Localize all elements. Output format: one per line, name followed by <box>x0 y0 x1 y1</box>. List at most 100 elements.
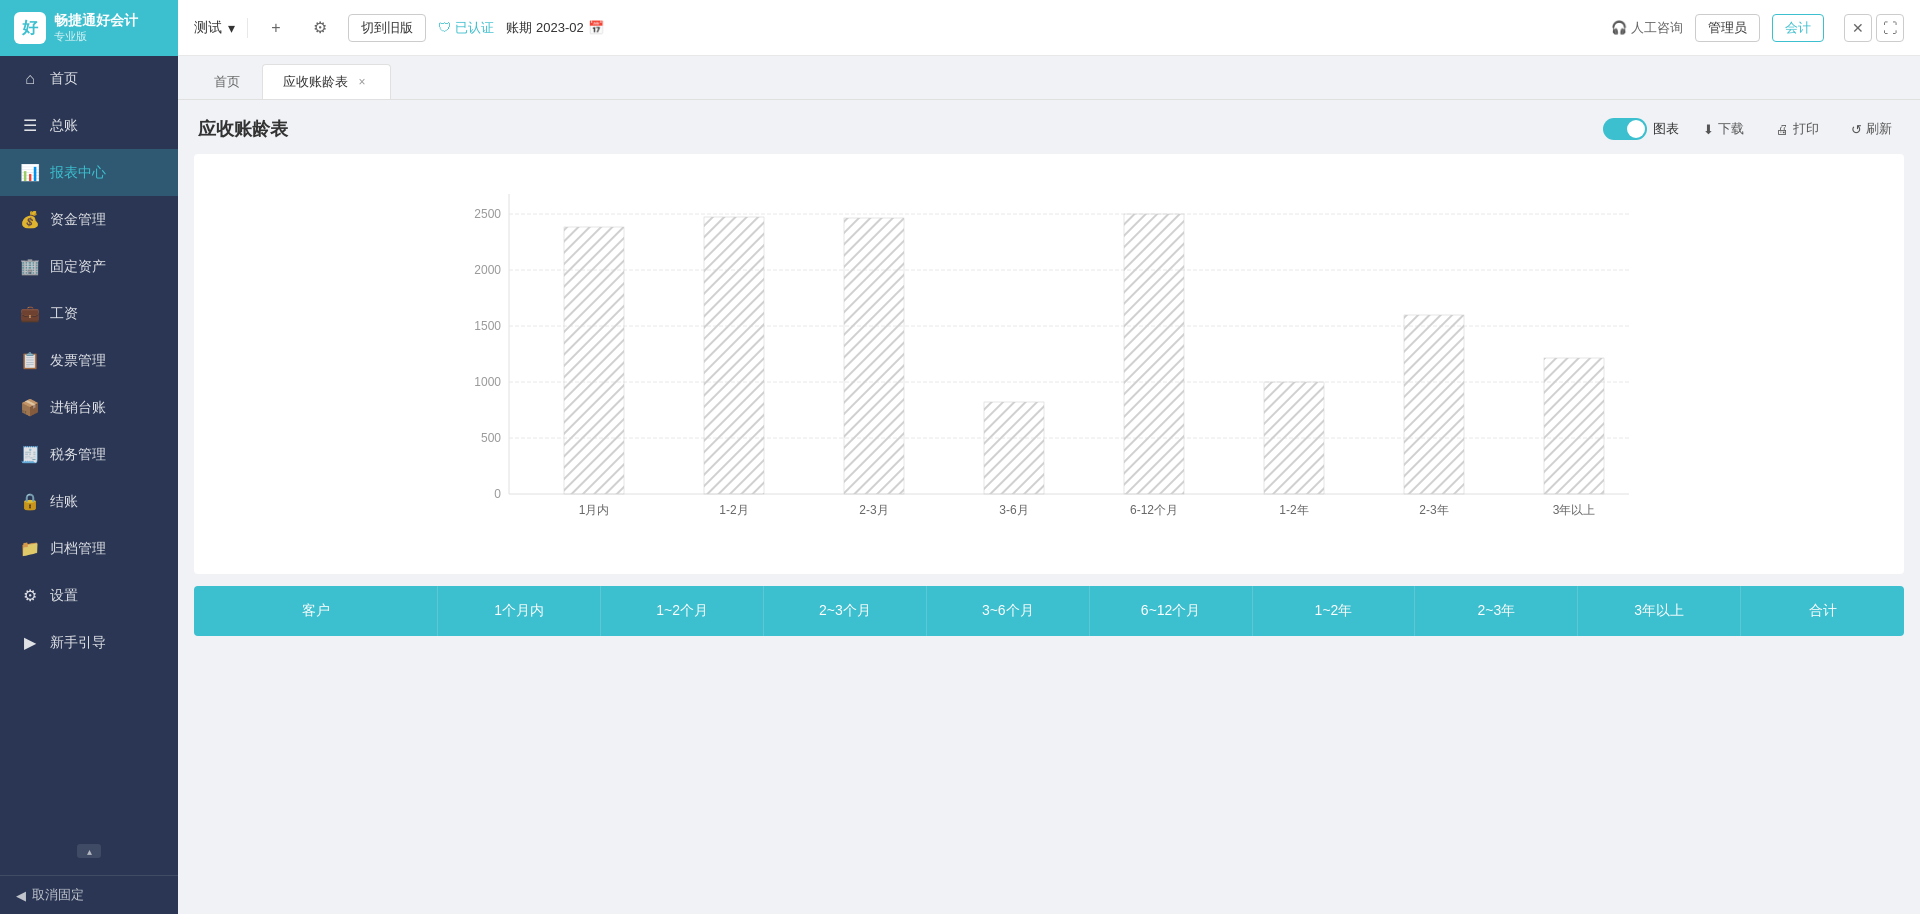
sidebar-item-label: 总账 <box>50 117 78 135</box>
bar-1-2月 <box>704 217 764 494</box>
sidebar-item-label: 首页 <box>50 70 78 88</box>
app-name-block: 畅捷通好会计 专业版 <box>54 12 138 44</box>
download-icon: ⬇ <box>1703 122 1714 137</box>
refresh-icon: ↺ <box>1851 122 1862 137</box>
col-1m: 1个月内 <box>438 586 601 636</box>
sidebar-item-label: 归档管理 <box>50 540 106 558</box>
svg-text:2-3月: 2-3月 <box>859 503 888 517</box>
cancel-pin-label: 取消固定 <box>32 886 84 904</box>
tab-receivable-aging[interactable]: 应收账龄表 × <box>262 64 391 99</box>
closing-icon: 🔒 <box>20 492 40 511</box>
sidebar-item-archive[interactable]: 📁 归档管理 <box>0 525 178 572</box>
page-title: 应收账龄表 <box>198 117 288 141</box>
svg-text:3-6月: 3-6月 <box>999 503 1028 517</box>
svg-text:2000: 2000 <box>474 263 501 277</box>
sidebar-item-invoice[interactable]: 📋 发票管理 <box>0 337 178 384</box>
table-card: 客户 1个月内 1~2个月 2~3个月 3~6个月 6~12个月 1~2年 2~… <box>194 586 1904 636</box>
sidebar-item-guide[interactable]: ▶ 新手引导 <box>0 619 178 666</box>
close-window-button[interactable]: ✕ <box>1844 14 1872 42</box>
tabbar: 首页 应收账龄表 × <box>178 56 1920 100</box>
print-label: 打印 <box>1793 120 1819 138</box>
col-1-2y: 1~2年 <box>1253 586 1416 636</box>
main-area: 测试 ▾ + ⚙ 切到旧版 🛡 已认证 账期 2023-02 📅 🎧 人工咨询 … <box>178 0 1920 914</box>
role-button[interactable]: 会计 <box>1772 14 1824 42</box>
sidebar-item-label: 发票管理 <box>50 352 106 370</box>
chevron-down-icon: ▾ <box>228 20 235 36</box>
certified-label: 已认证 <box>455 19 494 37</box>
chart-toggle-group: 图表 <box>1603 118 1679 140</box>
assets-icon: 🏢 <box>20 257 40 276</box>
home-icon: ⌂ <box>20 70 40 88</box>
sidebar-item-label: 设置 <box>50 587 78 605</box>
sidebar-item-settings[interactable]: ⚙ 设置 <box>0 572 178 619</box>
guide-icon: ▶ <box>20 633 40 652</box>
sidebar-scroll-up[interactable]: ▴ <box>77 844 101 858</box>
ledger-icon: ☰ <box>20 116 40 135</box>
period-value: 2023-02 <box>536 20 584 35</box>
sidebar-item-closing[interactable]: 🔒 结账 <box>0 478 178 525</box>
consult-button[interactable]: 🎧 人工咨询 <box>1611 19 1683 37</box>
add-button[interactable]: + <box>260 12 292 44</box>
refresh-label: 刷新 <box>1866 120 1892 138</box>
chart-toggle[interactable] <box>1603 118 1647 140</box>
print-icon: 🖨 <box>1776 122 1789 137</box>
inventory-icon: 📦 <box>20 398 40 417</box>
tax-icon: 🧾 <box>20 445 40 464</box>
maximize-window-button[interactable]: ⛶ <box>1876 14 1904 42</box>
sidebar-item-label: 新手引导 <box>50 634 106 652</box>
svg-text:3年以上: 3年以上 <box>1553 503 1596 517</box>
sidebar-item-assets[interactable]: 🏢 固定资产 <box>0 243 178 290</box>
reports-icon: 📊 <box>20 163 40 182</box>
tab-close-icon[interactable]: × <box>354 74 370 90</box>
sidebar-item-reports[interactable]: 📊 报表中心 <box>0 149 178 196</box>
calendar-icon: 📅 <box>588 20 604 35</box>
company-selector[interactable]: 测试 ▾ <box>194 19 235 37</box>
settings-button[interactable]: ⚙ <box>304 12 336 44</box>
svg-text:6-12个月: 6-12个月 <box>1130 503 1178 517</box>
sidebar-item-label: 税务管理 <box>50 446 106 464</box>
bar-6-12月 <box>1124 214 1184 494</box>
refresh-button[interactable]: ↺ 刷新 <box>1843 116 1900 142</box>
period-selector[interactable]: 账期 2023-02 📅 <box>506 19 604 37</box>
cancel-pin-icon: ◀ <box>16 888 26 903</box>
funds-icon: 💰 <box>20 210 40 229</box>
svg-text:0: 0 <box>494 487 501 501</box>
chart-toggle-label: 图表 <box>1653 120 1679 138</box>
col-customer: 客户 <box>194 586 438 636</box>
topbar-right: 🎧 人工咨询 管理员 会计 ✕ ⛶ <box>1611 14 1904 42</box>
sidebar-item-label: 结账 <box>50 493 78 511</box>
svg-text:2500: 2500 <box>474 207 501 221</box>
sidebar-item-tax[interactable]: 🧾 税务管理 <box>0 431 178 478</box>
invoice-icon: 📋 <box>20 351 40 370</box>
company-name: 测试 <box>194 19 222 37</box>
svg-text:1500: 1500 <box>474 319 501 333</box>
cancel-pin-button[interactable]: ◀ 取消固定 <box>0 875 178 914</box>
sidebar-item-home[interactable]: ⌂ 首页 <box>0 56 178 102</box>
print-button[interactable]: 🖨 打印 <box>1768 116 1827 142</box>
bar-chart: 0 500 1000 1500 2000 2500 <box>214 174 1884 554</box>
app-edition: 专业版 <box>54 29 138 44</box>
download-button[interactable]: ⬇ 下载 <box>1695 116 1752 142</box>
table-header: 客户 1个月内 1~2个月 2~3个月 3~6个月 6~12个月 1~2年 2~… <box>194 586 1904 636</box>
sidebar-item-label: 固定资产 <box>50 258 106 276</box>
sidebar-item-label: 进销台账 <box>50 399 106 417</box>
user-button[interactable]: 管理员 <box>1695 14 1760 42</box>
sidebar-item-ledger[interactable]: ☰ 总账 <box>0 102 178 149</box>
sidebar-item-funds[interactable]: 💰 资金管理 <box>0 196 178 243</box>
sidebar-item-label: 资金管理 <box>50 211 106 229</box>
certified-badge: 🛡 已认证 <box>438 19 494 37</box>
page-header: 应收账龄表 图表 ⬇ 下载 🖨 打印 <box>194 116 1904 142</box>
sidebar-item-inventory[interactable]: 📦 进销台账 <box>0 384 178 431</box>
sidebar-nav: ⌂ 首页 ☰ 总账 📊 报表中心 💰 资金管理 🏢 固定资产 💼 工资 📋 发票… <box>0 56 178 875</box>
tab-home-label: 首页 <box>214 73 240 91</box>
bar-3-6月 <box>984 402 1044 494</box>
download-label: 下载 <box>1718 120 1744 138</box>
chart-card: 0 500 1000 1500 2000 2500 <box>194 154 1904 574</box>
svg-text:1-2年: 1-2年 <box>1279 503 1308 517</box>
app-name: 畅捷通好会计 <box>54 12 138 29</box>
switch-old-button[interactable]: 切到旧版 <box>348 14 426 42</box>
settings-icon: ⚙ <box>20 586 40 605</box>
tab-home[interactable]: 首页 <box>194 65 260 99</box>
svg-text:1月内: 1月内 <box>579 503 610 517</box>
sidebar-item-payroll[interactable]: 💼 工资 <box>0 290 178 337</box>
